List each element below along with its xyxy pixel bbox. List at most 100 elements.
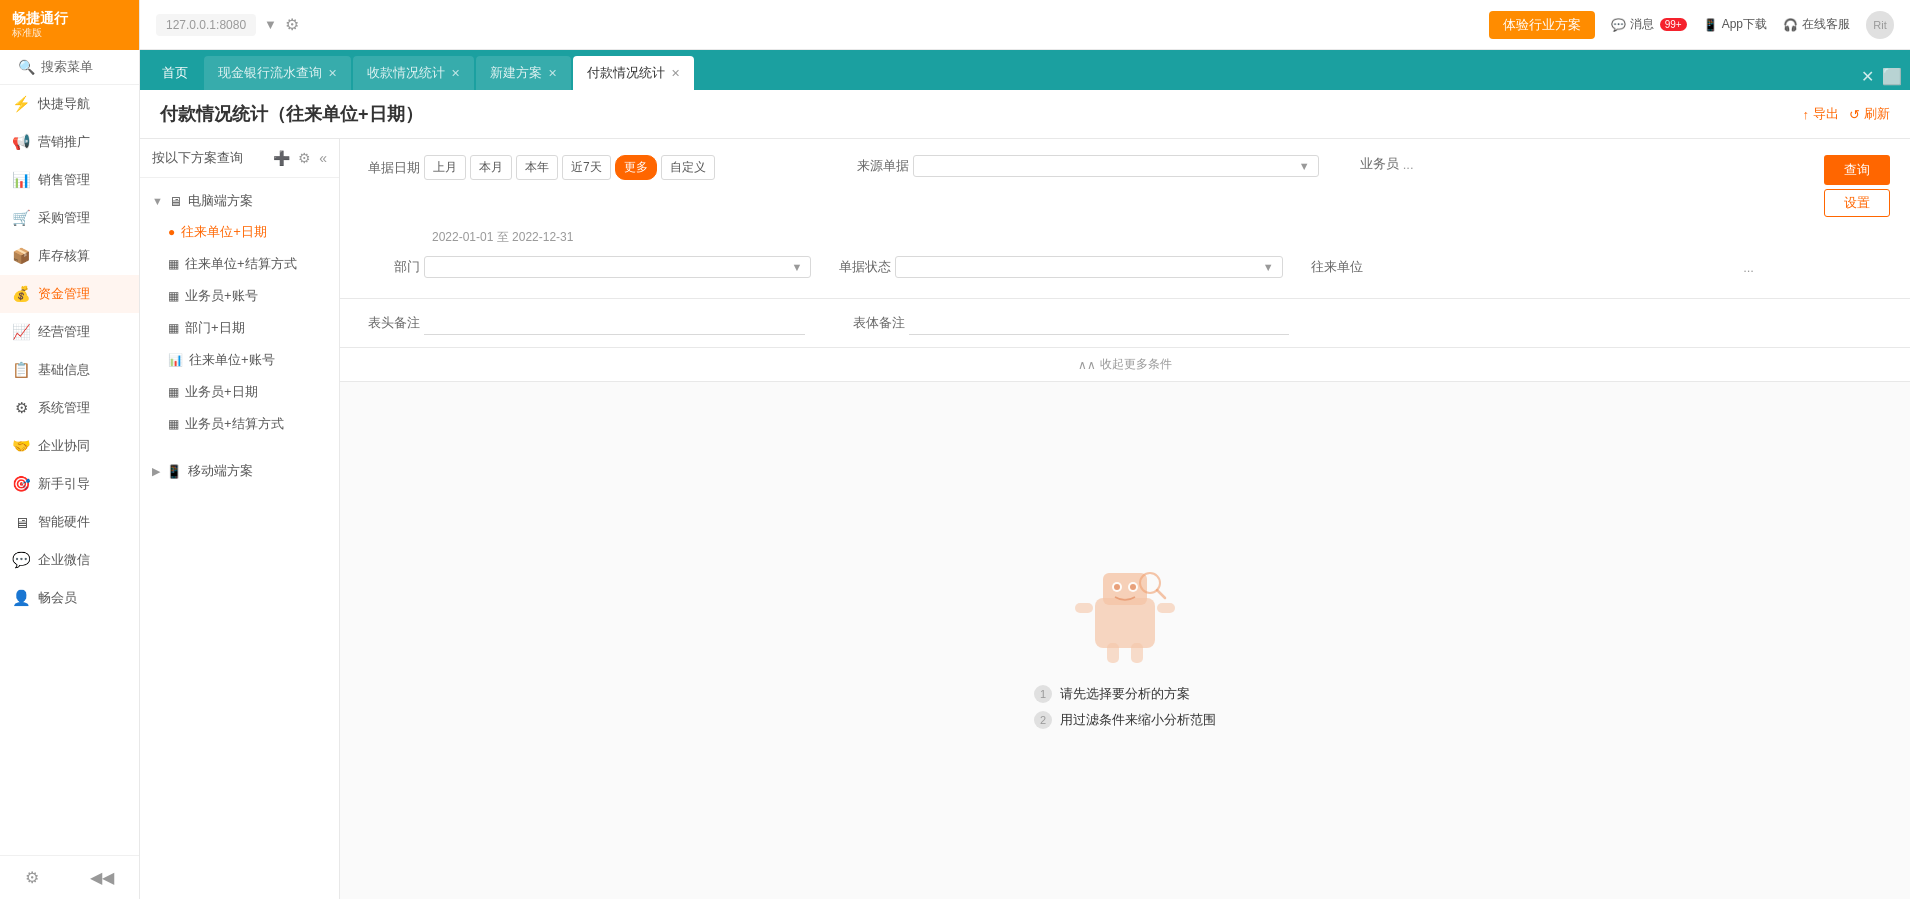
sidebar-item-purchase[interactable]: 🛒 采购管理 [0,199,139,237]
sidebar-item-system[interactable]: ⚙ 系统管理 [0,389,139,427]
header-note-input[interactable] [424,311,805,335]
mobile-section-title[interactable]: ▶ 📱 移动端方案 [140,456,339,486]
collapse-label: 收起更多条件 [1100,356,1172,373]
wechat-icon: 💬 [12,551,30,569]
dept-label: 部门 [360,258,420,276]
sidebar-item-shortcut[interactable]: ⚡ 快捷导航 [0,85,139,123]
panel-item-partner-date[interactable]: ● 往来单位+日期 [140,216,339,248]
sidebar-item-sales[interactable]: 📊 销售管理 [0,161,139,199]
sidebar-item-member[interactable]: 👤 畅会员 [0,579,139,617]
tab-expand-icon[interactable]: ⬜ [1882,67,1902,86]
collapse-btn[interactable]: ∧∧ 收起更多条件 [340,348,1910,381]
cooperation-icon: 🤝 [12,437,30,455]
tab-receipt-stats[interactable]: 收款情况统计 ✕ [353,56,474,90]
desktop-section-title[interactable]: ▼ 🖥 电脑端方案 [140,186,339,216]
sidebar-item-label: 畅会员 [38,589,77,607]
partner-label: 往来单位 [1303,258,1363,276]
date-btn-this-month[interactable]: 本月 [470,155,512,180]
sidebar-item-label: 资金管理 [38,285,90,303]
collapse-sidebar-btn[interactable]: ◀◀ [82,864,122,891]
date-btn-more[interactable]: 更多 [615,155,657,180]
svg-rect-0 [1095,598,1155,648]
try-industry-btn[interactable]: 体验行业方案 [1489,11,1595,39]
date-btn-custom[interactable]: 自定义 [661,155,715,180]
sidebar-item-cooperation[interactable]: 🤝 企业协同 [0,427,139,465]
date-btn-this-year[interactable]: 本年 [516,155,558,180]
query-btn[interactable]: 查询 [1824,155,1890,185]
tab-payment-stats-label: 付款情况统计 [587,64,665,82]
panel-item-staff-date[interactable]: ▦ 业务员+日期 [140,376,339,408]
tab-close-all-icon[interactable]: ✕ [1861,67,1874,86]
tab-receipt-stats-close[interactable]: ✕ [451,67,460,80]
tab-home[interactable]: 首页 [148,56,202,90]
dept-select[interactable]: ▼ [424,256,811,278]
sidebar-item-finance[interactable]: 💰 资金管理 [0,275,139,313]
member-icon: 👤 [12,589,30,607]
search-menu[interactable]: 🔍 搜索菜单 [0,50,139,85]
left-panel: 按以下方案查询 ➕ ⚙ « ▼ 🖥 电脑端方案 ● 往来单 [140,139,340,899]
sidebar-item-hardware[interactable]: 🖥 智能硬件 [0,503,139,541]
date-btn-last-month[interactable]: 上月 [424,155,466,180]
message-item[interactable]: 💬 消息 99+ [1611,16,1687,33]
settings-btn[interactable]: 设置 [1824,189,1890,217]
sidebar-item-wechat[interactable]: 💬 企业微信 [0,541,139,579]
panel-item-partner-settlement[interactable]: ▦ 往来单位+结算方式 [140,248,339,280]
body-note-input[interactable] [909,311,1290,335]
tab-cash-flow-close[interactable]: ✕ [328,67,337,80]
user-avatar[interactable]: Rit [1866,11,1894,39]
panel-item-staff-settlement[interactable]: ▦ 业务员+结算方式 [140,408,339,440]
desktop-section-icon: 🖥 [169,194,182,209]
panel-item-dept-date[interactable]: ▦ 部门+日期 [140,312,339,344]
tab-home-label: 首页 [162,64,188,82]
item-icon: ▦ [168,257,179,271]
item-icon: ▦ [168,417,179,431]
dept-dropdown-icon: ▼ [791,261,802,273]
tab-payment-stats[interactable]: 付款情况统计 ✕ [573,56,694,90]
settings-footer-btn[interactable]: ⚙ [17,864,47,891]
online-service-item[interactable]: 🎧 在线客服 [1783,16,1850,33]
date-range: 2022-01-01 至 2022-12-31 [432,230,573,244]
panel-settings-icon[interactable]: ⚙ [298,150,311,166]
doc-status-select[interactable]: ▼ [895,256,1282,278]
sidebar-item-inventory[interactable]: 📦 库存核算 [0,237,139,275]
refresh-btn[interactable]: ↺ 刷新 [1849,105,1890,123]
content-area: 付款情况统计（往来单位+日期） ↑ 导出 ↺ 刷新 按以下方案查询 ➕ [140,90,1910,899]
sidebar: 畅捷通行 标准版 🔍 搜索菜单 ⚡ 快捷导航 📢 营销推广 📊 销售管理 🛒 采… [0,0,140,899]
panel-collapse-icon[interactable]: « [319,150,327,166]
panel-add-icon[interactable]: ➕ [273,150,290,166]
panel-item-staff-account[interactable]: ▦ 业务员+账号 [140,280,339,312]
sidebar-item-label: 系统管理 [38,399,90,417]
sidebar-item-operations[interactable]: 📈 经营管理 [0,313,139,351]
hint-1-num: 1 [1034,685,1052,703]
source-select[interactable]: ▼ [913,155,1318,177]
sidebar-item-basic[interactable]: 📋 基础信息 [0,351,139,389]
operations-icon: 📈 [12,323,30,341]
content-body: 按以下方案查询 ➕ ⚙ « ▼ 🖥 电脑端方案 ● 往来单 [140,139,1910,899]
panel-item-partner-account[interactable]: 📊 往来单位+账号 [140,344,339,376]
export-btn[interactable]: ↑ 导出 [1803,105,1840,123]
date-btn-last-7[interactable]: 近7天 [562,155,611,180]
page-header: 付款情况统计（往来单位+日期） ↑ 导出 ↺ 刷新 [140,90,1910,139]
staff-label: 业务员 [1339,155,1399,173]
tab-new-plan[interactable]: 新建方案 ✕ [476,56,571,90]
tab-cash-flow[interactable]: 现金银行流水查询 ✕ [204,56,351,90]
partner-dotdot[interactable]: ... [1743,260,1754,275]
app-download-item[interactable]: 📱 App下载 [1703,16,1767,33]
staff-dotdot[interactable]: ... [1403,157,1414,172]
address-bar[interactable]: 127.0.0.1:8080 [156,14,256,36]
tab-receipt-stats-label: 收款情况统计 [367,64,445,82]
tab-payment-stats-close[interactable]: ✕ [671,67,680,80]
tab-bar-actions: ✕ ⬜ [1861,67,1902,90]
tab-new-plan-close[interactable]: ✕ [548,67,557,80]
sidebar-item-marketing[interactable]: 📢 营销推广 [0,123,139,161]
filter-section: 单据日期 上月 本月 本年 近7天 更多 自定义 来源单据 [340,139,1910,299]
header-left: 127.0.0.1:8080 ▼ ⚙ [156,14,299,36]
sidebar-item-label: 快捷导航 [38,95,90,113]
settings-icon[interactable]: ⚙ [285,15,299,34]
svg-rect-6 [1075,603,1093,613]
search-icon: 🔍 [18,59,35,75]
sidebar-item-guide[interactable]: 🎯 新手引导 [0,465,139,503]
address-dropdown-icon[interactable]: ▼ [264,17,277,32]
collapse-up-icon: ∧∧ [1078,358,1096,372]
hardware-icon: 🖥 [12,513,30,531]
